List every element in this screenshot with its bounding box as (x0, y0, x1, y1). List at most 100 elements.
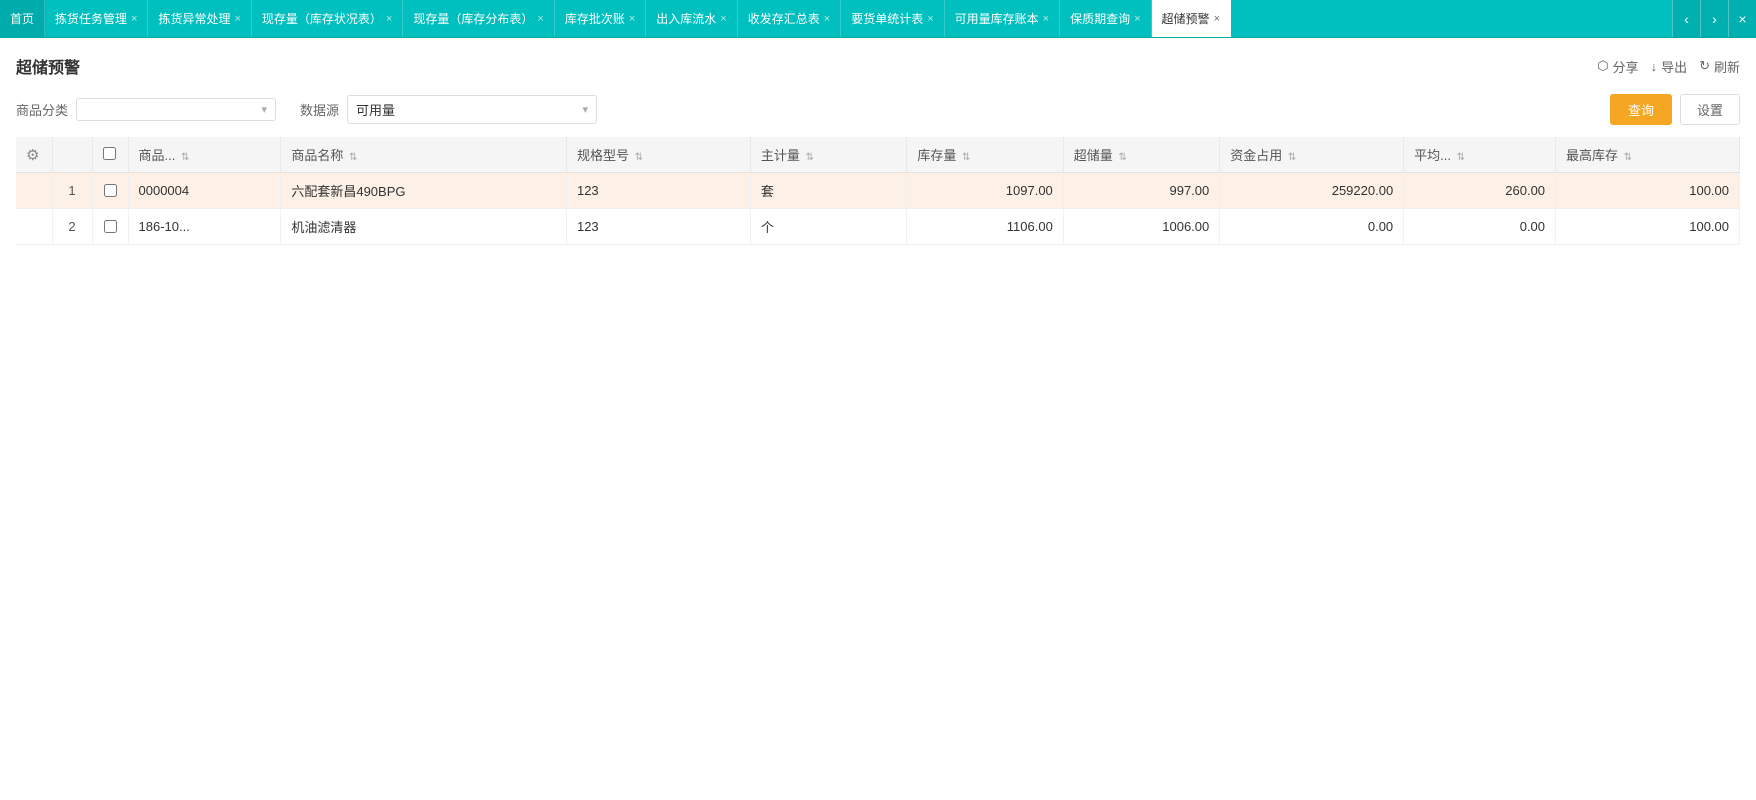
close-icon[interactable]: × (234, 13, 240, 25)
sort-arrows-icon: ⇅ (806, 152, 814, 163)
row-product-code: 0000004 (128, 173, 281, 209)
row-spec: 123 (566, 173, 750, 209)
close-icon[interactable]: × (386, 13, 392, 25)
page-title: 超储预警 (16, 54, 80, 78)
nav-next-button[interactable]: › (1700, 0, 1728, 38)
row-max-stock: 100.00 (1556, 209, 1740, 245)
sort-arrows-icon: ⇅ (181, 152, 189, 163)
col-capital-label: 资金占用 (1230, 148, 1282, 163)
refresh-button[interactable]: ↻ 刷新 (1699, 57, 1740, 76)
export-label: 导出 (1661, 57, 1687, 76)
tab-flow-label: 出入库流水 (656, 10, 716, 27)
col-stock[interactable]: 库存量 ⇅ (907, 137, 1063, 173)
col-avg-label: 平均... (1414, 148, 1451, 163)
row-overstock: 1006.00 (1063, 209, 1219, 245)
export-icon: ↓ (1651, 59, 1658, 74)
row-checkbox[interactable] (104, 220, 117, 233)
row-stock: 1106.00 (907, 209, 1063, 245)
tab-task-mgmt[interactable]: 拣货任务管理 × (45, 0, 148, 37)
nav-arrows: ‹ › × (1672, 0, 1756, 38)
col-overstock[interactable]: 超储量 ⇅ (1063, 137, 1219, 173)
query-button[interactable]: 查询 (1610, 94, 1672, 125)
category-filter: 商品分类 ▾ (16, 98, 276, 121)
nav-close-button[interactable]: × (1728, 0, 1756, 38)
col-index (52, 137, 92, 173)
tab-home-label: 首页 (10, 10, 34, 27)
row-index: 2 (52, 209, 92, 245)
row-unit: 个 (750, 209, 906, 245)
col-product-code[interactable]: 商品... ⇅ (128, 137, 281, 173)
col-capital[interactable]: 资金占用 ⇅ (1220, 137, 1404, 173)
row-checkbox[interactable] (104, 184, 117, 197)
tab-batch-label: 库存批次账 (565, 10, 625, 27)
col-spec[interactable]: 规格型号 ⇅ (566, 137, 750, 173)
sort-arrows-icon: ⇅ (1118, 152, 1126, 163)
tab-inventory-dist[interactable]: 现存量（库存分布表） × (403, 0, 554, 37)
tab-order-stat-label: 要货单统计表 (851, 10, 923, 27)
close-icon[interactable]: × (131, 13, 137, 25)
nav-prev-button[interactable]: ‹ (1672, 0, 1700, 38)
tab-exception[interactable]: 拣货异常处理 × (148, 0, 251, 37)
row-checkbox-cell (92, 173, 128, 209)
tab-home[interactable]: 首页 (0, 0, 45, 37)
row-avg: 0.00 (1404, 209, 1556, 245)
tab-avail-ledger[interactable]: 可用量库存账本 × (945, 0, 1060, 37)
tab-batch[interactable]: 库存批次账 × (555, 0, 646, 37)
export-button[interactable]: ↓ 导出 (1651, 57, 1688, 76)
share-icon: ⬡ (1597, 58, 1608, 74)
tab-overstock[interactable]: 超储预警 × (1152, 0, 1231, 37)
row-max-stock: 100.00 (1556, 173, 1740, 209)
close-icon[interactable]: × (720, 13, 726, 25)
sort-arrows-icon: ⇅ (635, 152, 643, 163)
sort-arrows-icon: ⇅ (1624, 152, 1632, 163)
tab-flow[interactable]: 出入库流水 × (646, 0, 737, 37)
row-unit: 套 (750, 173, 906, 209)
sort-arrows-icon: ⇅ (349, 152, 357, 163)
chevron-down-icon: ▾ (261, 103, 267, 116)
col-unit[interactable]: 主计量 ⇅ (750, 137, 906, 173)
row-avg: 260.00 (1404, 173, 1556, 209)
row-settings (16, 209, 52, 245)
table-row: 1 0000004 六配套新昌490BPG 123 套 1097.00 997.… (16, 173, 1740, 209)
col-avg[interactable]: 平均... ⇅ (1404, 137, 1556, 173)
col-product-name[interactable]: 商品名称 ⇅ (281, 137, 567, 173)
table-body: 1 0000004 六配套新昌490BPG 123 套 1097.00 997.… (16, 173, 1740, 245)
row-stock: 1097.00 (907, 173, 1063, 209)
col-stock-label: 库存量 (917, 148, 956, 163)
tab-quality-label: 保质期查询 (1070, 10, 1130, 27)
row-overstock: 997.00 (1063, 173, 1219, 209)
select-all-checkbox[interactable] (103, 147, 116, 160)
close-icon[interactable]: × (629, 13, 635, 25)
row-checkbox-cell (92, 209, 128, 245)
datasource-filter-label: 数据源 (300, 100, 339, 119)
close-icon[interactable]: × (537, 13, 543, 25)
gear-icon[interactable]: ⚙ (26, 147, 39, 164)
category-filter-label: 商品分类 (16, 100, 68, 119)
close-icon[interactable]: × (1043, 13, 1049, 25)
share-button[interactable]: ⬡ 分享 (1597, 57, 1638, 76)
close-icon[interactable]: × (927, 13, 933, 25)
tab-task-mgmt-label: 拣货任务管理 (55, 10, 127, 27)
data-table: ⚙ 商品... ⇅ 商品名称 ⇅ 规格型号 ⇅ (16, 137, 1740, 245)
category-select[interactable]: ▾ (76, 98, 276, 121)
close-icon[interactable]: × (1134, 13, 1140, 25)
page-header: 超储预警 ⬡ 分享 ↓ 导出 ↻ 刷新 (16, 54, 1740, 78)
tab-order-stat[interactable]: 要货单统计表 × (841, 0, 944, 37)
tab-inventory-status[interactable]: 现存量（库存状况表） × (252, 0, 403, 37)
settings-button[interactable]: 设置 (1680, 94, 1740, 125)
tab-collect[interactable]: 收发存汇总表 × (738, 0, 841, 37)
tab-overstock-label: 超储预警 (1162, 10, 1210, 27)
close-icon[interactable]: × (1214, 13, 1220, 25)
tab-avail-ledger-label: 可用量库存账本 (955, 10, 1039, 27)
col-overstock-label: 超储量 (1074, 148, 1113, 163)
close-icon[interactable]: × (824, 13, 830, 25)
datasource-filter: 数据源 可用量 ▾ (300, 95, 597, 124)
sort-arrows-icon: ⇅ (962, 152, 970, 163)
row-settings (16, 173, 52, 209)
col-checkbox (92, 137, 128, 173)
tab-quality[interactable]: 保质期查询 × (1060, 0, 1151, 37)
datasource-select[interactable]: 可用量 ▾ (347, 95, 597, 124)
col-max-stock[interactable]: 最高库存 ⇅ (1556, 137, 1740, 173)
col-spec-label: 规格型号 (577, 148, 629, 163)
tab-inventory-dist-label: 现存量（库存分布表） (413, 10, 533, 27)
